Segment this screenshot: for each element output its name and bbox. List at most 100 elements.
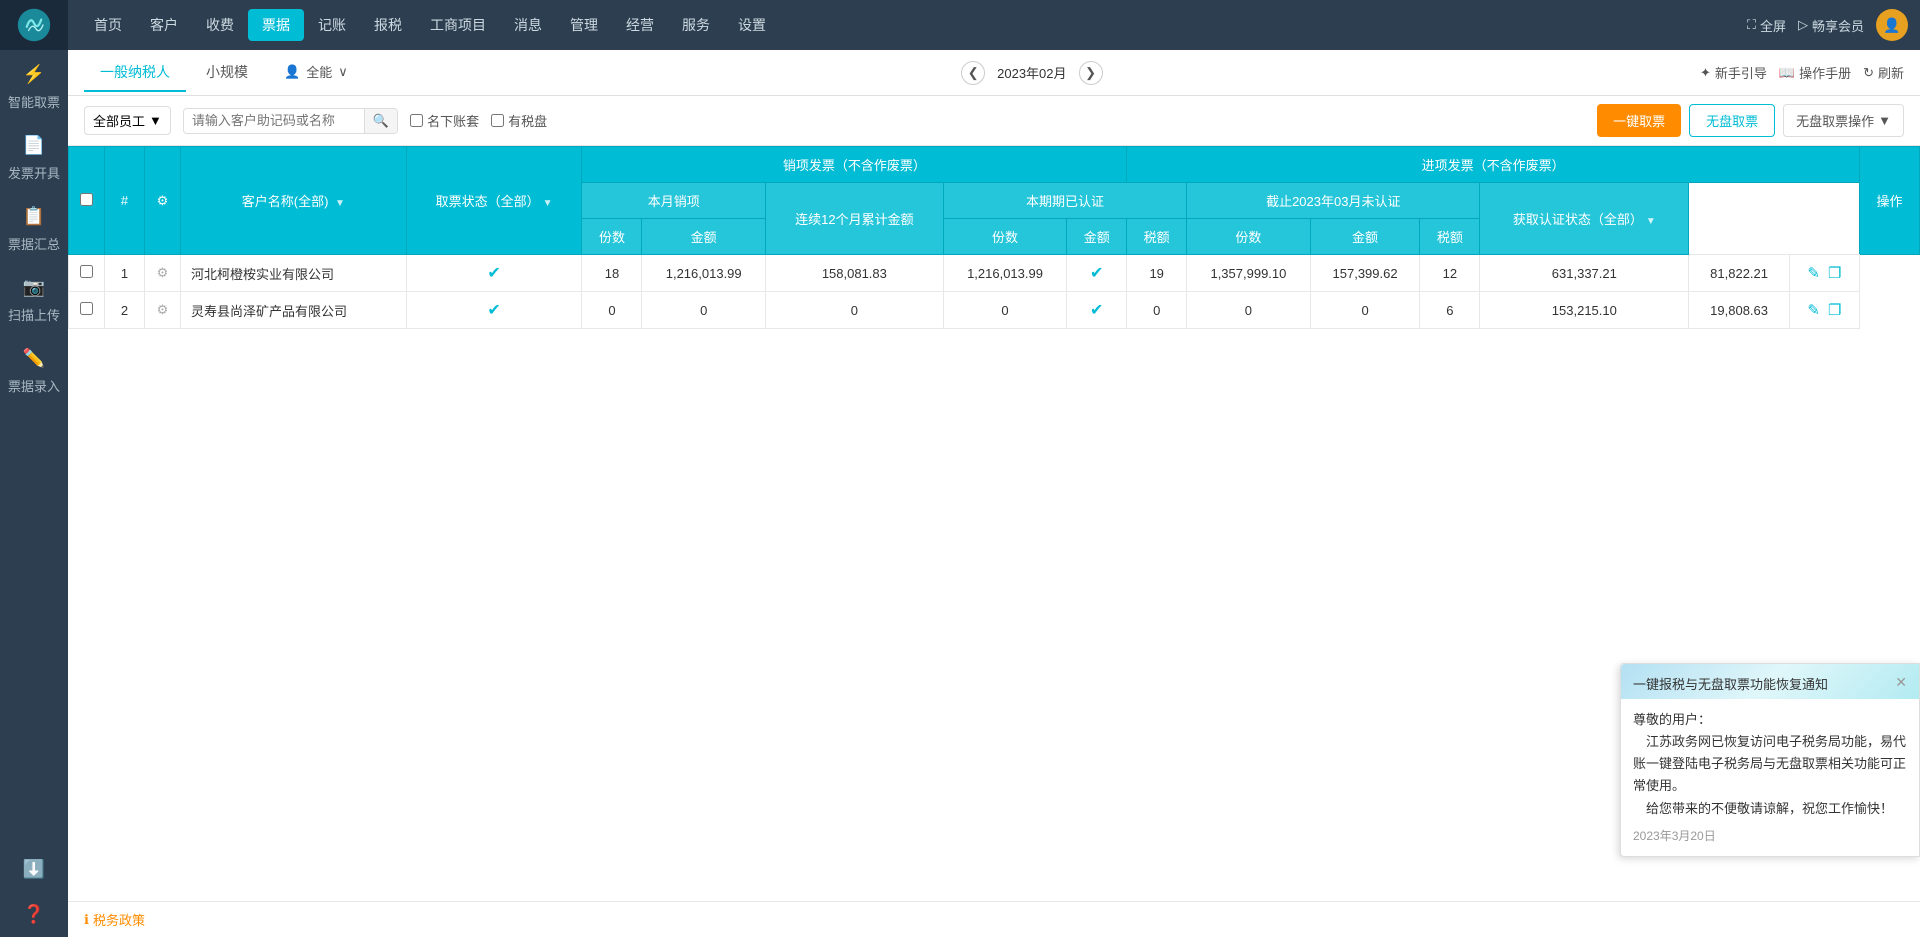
cell-cert-status: ✔ bbox=[1067, 292, 1127, 329]
sale-12m-link[interactable]: 0 bbox=[1001, 303, 1008, 318]
cell-sale-12m: 0 bbox=[943, 292, 1067, 329]
cell-name: 灵寿县尚泽矿产品有限公司 bbox=[181, 292, 407, 329]
manual-link[interactable]: 📖 操作手册 bbox=[1779, 63, 1851, 82]
cell-name: 河北柯橙桉实业有限公司 bbox=[181, 255, 407, 292]
no-disk-fetch-button[interactable]: 无盘取票 bbox=[1689, 104, 1775, 137]
nav-manage[interactable]: 管理 bbox=[556, 9, 612, 41]
notification-close-button[interactable]: ✕ bbox=[1895, 674, 1907, 693]
toolbar: 全部员工 ▼ 🔍 名下账套 有税盘 一键取票 无盘取票 无盘取票操作 ▼ bbox=[68, 96, 1920, 146]
cell-action: ✎ ❐ bbox=[1789, 292, 1859, 329]
cell-checkbox[interactable] bbox=[69, 255, 105, 292]
cell-settings[interactable]: ⚙ bbox=[145, 255, 181, 292]
action-icons: ✎ ❐ bbox=[1800, 264, 1849, 282]
tax-disk-checkbox[interactable] bbox=[491, 114, 504, 127]
tab-right-actions: ✦ 新手引导 📖 操作手册 ↻ 刷新 bbox=[1700, 63, 1904, 82]
nav-client[interactable]: 客户 bbox=[136, 9, 192, 41]
th-period-certified: 本期期已认证 bbox=[943, 183, 1186, 219]
logo[interactable] bbox=[0, 0, 68, 50]
th-uncert-tax: 税额 bbox=[1420, 219, 1480, 255]
sidebar-help[interactable]: ❓ bbox=[0, 892, 68, 937]
cell-uncert-count: 6 bbox=[1420, 292, 1480, 329]
nav-settings[interactable]: 设置 bbox=[724, 9, 780, 41]
cell-uncert-count: 12 bbox=[1420, 255, 1480, 292]
one-click-fetch-button[interactable]: 一键取票 bbox=[1597, 104, 1681, 137]
cell-cert-amount: 0 bbox=[1187, 292, 1311, 329]
new-guide-link[interactable]: ✦ 新手引导 bbox=[1700, 63, 1767, 82]
edit-icon[interactable]: ✎ bbox=[1807, 301, 1820, 319]
cell-checkbox[interactable] bbox=[69, 292, 105, 329]
sale-12m-link[interactable]: 1,216,013.99 bbox=[967, 266, 1043, 281]
cell-sale-count: 0 bbox=[582, 292, 642, 329]
refresh-link[interactable]: ↻ 刷新 bbox=[1863, 63, 1904, 82]
smart-fetch-icon: ⚡ bbox=[20, 60, 48, 88]
cert-status-check-icon: ✔ bbox=[1090, 302, 1103, 319]
th-fetch-status: 取票状态（全部）▼ bbox=[406, 147, 582, 255]
current-month: 2023年02月 bbox=[997, 63, 1066, 82]
sidebar-download[interactable]: ⬇️ bbox=[0, 847, 68, 892]
cell-cert-tax: 157,399.62 bbox=[1310, 255, 1420, 292]
invoice-summary-icon: 📋 bbox=[20, 202, 48, 230]
fullscreen-btn[interactable]: ⛶ 全屏 bbox=[1747, 16, 1786, 35]
tab-all[interactable]: 👤 全能 ∨ bbox=[268, 54, 364, 91]
select-all-checkbox[interactable] bbox=[80, 193, 93, 206]
tab-general[interactable]: 一般纳税人 bbox=[84, 54, 186, 92]
th-12m-total: 连续12个月累计金额 bbox=[765, 183, 943, 255]
prev-month-button[interactable]: ❮ bbox=[961, 61, 985, 85]
sidebar-item-smart-fetch[interactable]: ⚡ 智能取票 bbox=[0, 50, 68, 121]
name-account-checkbox[interactable] bbox=[410, 114, 423, 127]
search-input[interactable] bbox=[184, 109, 364, 132]
sidebar-item-invoice-summary[interactable]: 📋 票据汇总 bbox=[0, 192, 68, 263]
cell-cert-amount: 1,357,999.10 bbox=[1187, 255, 1311, 292]
name-filter-icon[interactable]: ▼ bbox=[335, 198, 345, 209]
row-checkbox[interactable] bbox=[80, 302, 93, 315]
user-avatar[interactable]: 👤 bbox=[1876, 9, 1908, 41]
name-account-checkbox-label[interactable]: 名下账套 bbox=[410, 111, 479, 130]
copy-icon[interactable]: ❐ bbox=[1828, 301, 1841, 319]
book-icon: 📖 bbox=[1779, 65, 1795, 81]
nav-operations[interactable]: 经营 bbox=[612, 9, 668, 41]
sidebar-bottom: ⬇️ ❓ bbox=[0, 847, 68, 937]
edit-icon[interactable]: ✎ bbox=[1807, 264, 1820, 282]
nav-service[interactable]: 服务 bbox=[668, 9, 724, 41]
cert-status-check-icon: ✔ bbox=[1090, 265, 1103, 282]
notification-date: 2023年3月20日 bbox=[1633, 826, 1907, 846]
table-row: 1 ⚙ 河北柯橙桉实业有限公司 ✔ 18 1,216,013.99 158,08… bbox=[69, 255, 1920, 292]
tab-small[interactable]: 小规模 bbox=[190, 54, 264, 92]
chevron-down-icon: ▼ bbox=[149, 113, 162, 128]
employee-select[interactable]: 全部员工 ▼ bbox=[84, 106, 171, 135]
cell-no: 2 bbox=[105, 292, 145, 329]
copy-icon[interactable]: ❐ bbox=[1828, 264, 1841, 282]
nav-bookkeeping[interactable]: 记账 bbox=[304, 9, 360, 41]
nav-invoice[interactable]: 票据 bbox=[248, 9, 304, 41]
sidebar-item-issue-invoice[interactable]: 📄 发票开具 bbox=[0, 121, 68, 192]
cell-no: 1 bbox=[105, 255, 145, 292]
sidebar-item-scan-upload[interactable]: 📷 扫描上传 bbox=[0, 263, 68, 334]
month-nav: ❮ 2023年02月 ❯ bbox=[961, 61, 1102, 85]
th-sale-group: 销项发票（不含作废票） bbox=[582, 147, 1127, 183]
cell-sale-tax: 0 bbox=[765, 292, 943, 329]
next-month-button[interactable]: ❯ bbox=[1079, 61, 1103, 85]
cell-settings[interactable]: ⚙ bbox=[145, 292, 181, 329]
vip-btn[interactable]: ▷ 畅享会员 bbox=[1798, 16, 1864, 35]
search-button[interactable]: 🔍 bbox=[364, 109, 397, 133]
no-disk-ops-button[interactable]: 无盘取票操作 ▼ bbox=[1783, 104, 1904, 137]
row-checkbox[interactable] bbox=[80, 265, 93, 278]
tax-policy-link[interactable]: ℹ 税务政策 bbox=[84, 910, 145, 929]
nav-message[interactable]: 消息 bbox=[500, 9, 556, 41]
nav-business[interactable]: 工商项目 bbox=[416, 9, 500, 41]
notification-popup: 一键报税与无盘取票功能恢复通知 ✕ 尊敬的用户： 江苏政务网已恢复访问电子税务局… bbox=[1620, 663, 1920, 857]
fetch-status-filter-icon[interactable]: ▼ bbox=[543, 198, 553, 209]
cell-uncert-tax: 81,822.21 bbox=[1689, 255, 1790, 292]
nav-tax[interactable]: 报税 bbox=[360, 9, 416, 41]
fetch-status-check-icon: ✔ bbox=[487, 302, 500, 319]
th-settings: ⚙ bbox=[145, 147, 181, 255]
refresh-icon: ↻ bbox=[1863, 65, 1874, 81]
cell-sale-tax: 158,081.83 bbox=[765, 255, 943, 292]
tax-disk-checkbox-label[interactable]: 有税盘 bbox=[491, 111, 547, 130]
cell-fetch-status: ✔ bbox=[406, 292, 582, 329]
nav-billing[interactable]: 收费 bbox=[192, 9, 248, 41]
nav-home[interactable]: 首页 bbox=[80, 9, 136, 41]
cert-status-filter-icon[interactable]: ▼ bbox=[1646, 216, 1656, 227]
sidebar-item-invoice-entry[interactable]: ✏️ 票据录入 bbox=[0, 334, 68, 405]
invoice-entry-icon: ✏️ bbox=[20, 344, 48, 372]
